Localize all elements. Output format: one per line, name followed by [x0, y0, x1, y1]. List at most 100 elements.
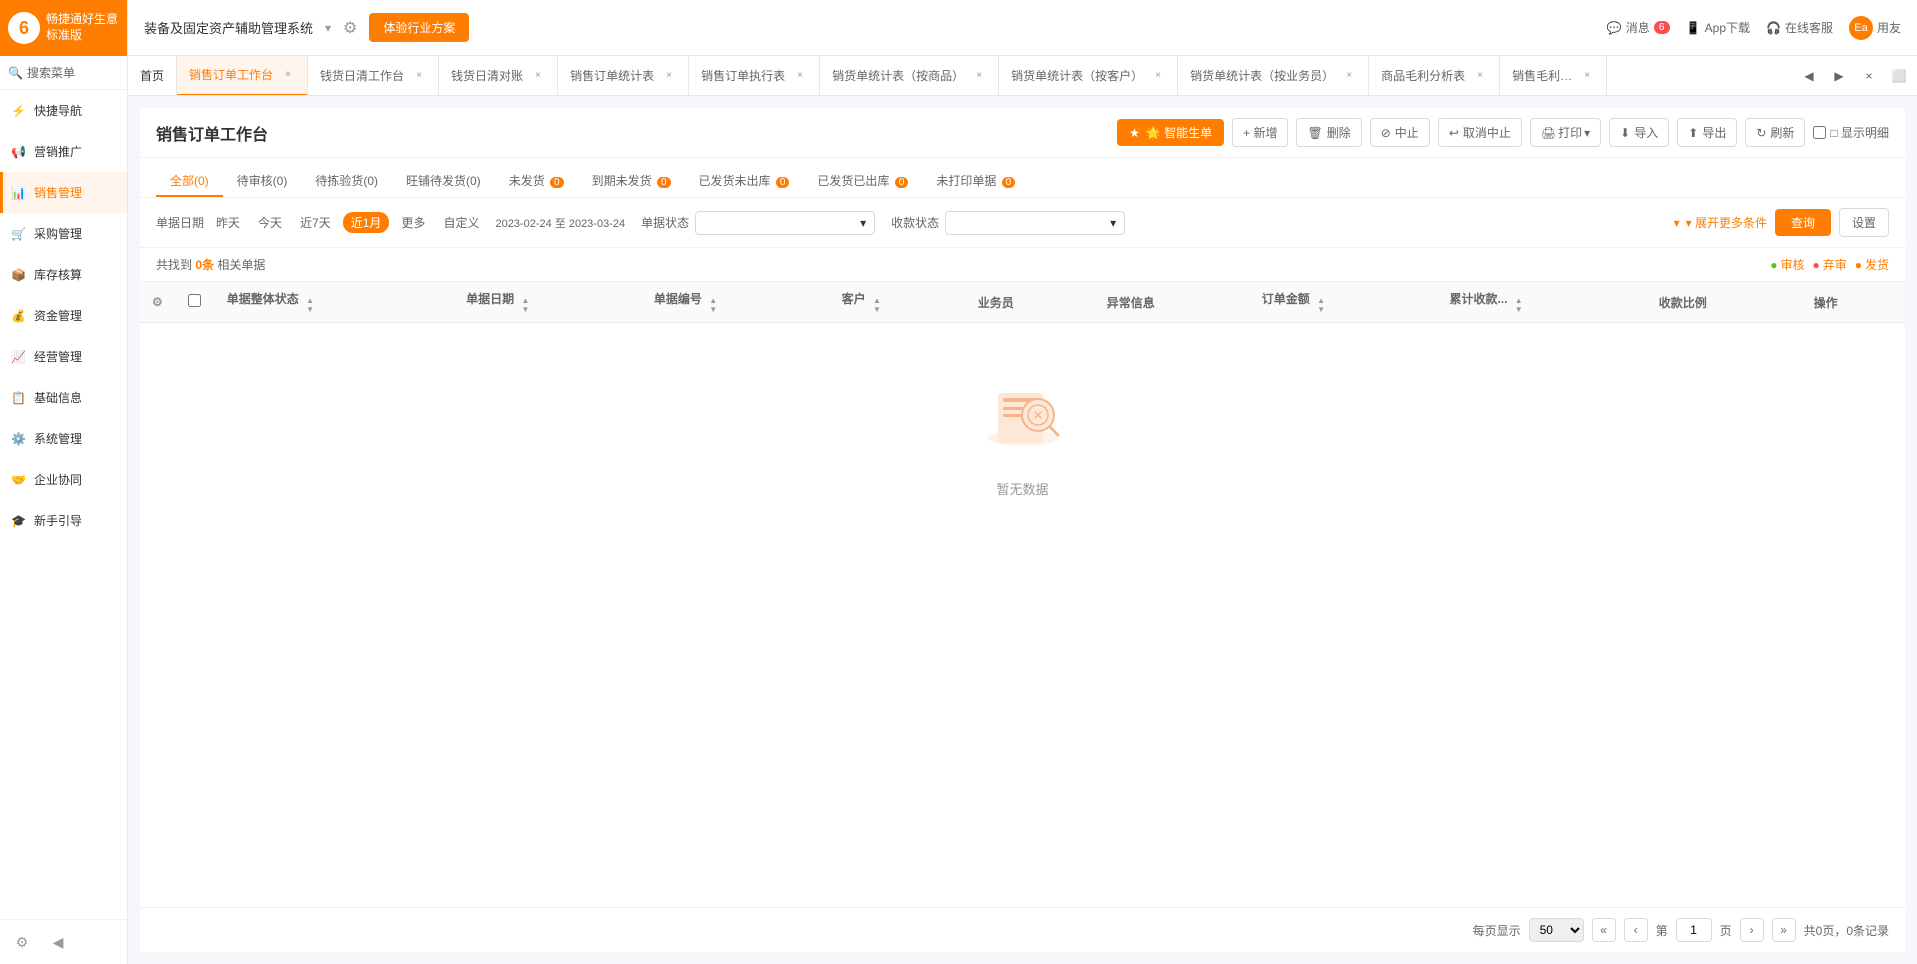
col-actions: 操作 — [1802, 282, 1905, 323]
page-suffix: 页 — [1720, 922, 1732, 939]
shipped-not-out-badge: 0 — [776, 177, 790, 188]
per-page-select[interactable]: 50 100 200 — [1529, 918, 1584, 942]
tab-home[interactable]: 首页 — [128, 56, 177, 96]
date-btn-7days[interactable]: 近7天 — [294, 212, 337, 233]
ship-button[interactable]: ● 发货 — [1855, 256, 1889, 273]
sub-tab-overdue[interactable]: 到期未发货 0 — [578, 166, 685, 197]
tab-sales-stats[interactable]: 销售订单统计表 × — [558, 56, 689, 96]
sidebar-item-operations[interactable]: 📈 经营管理 — [0, 336, 127, 377]
col-checkbox[interactable] — [175, 282, 215, 323]
tab-close-icon[interactable]: × — [972, 69, 986, 83]
date-btn-today[interactable]: 今天 — [252, 212, 288, 233]
payment-filter-label: 收款状态 — [891, 214, 939, 231]
sidebar-item-basic-info[interactable]: 📋 基础信息 — [0, 377, 127, 418]
settings-button[interactable]: ⚙ — [8, 928, 36, 956]
user-action[interactable]: Ea 用友 — [1849, 16, 1901, 40]
message-badge: 6 — [1654, 21, 1670, 34]
tab-sales-exec[interactable]: 销售订单执行表 × — [689, 56, 820, 96]
print-button[interactable]: 🖨 打印 ▾ — [1530, 118, 1601, 147]
sub-tab-not-printed[interactable]: 未打印单据 0 — [922, 166, 1029, 197]
tab-prev-button[interactable]: ◀ — [1795, 62, 1823, 90]
date-btn-custom[interactable]: 自定义 — [437, 212, 485, 233]
col-amount: 订单金额 ▲▼ — [1250, 282, 1438, 323]
sidebar-item-inventory[interactable]: 📦 库存核算 — [0, 254, 127, 295]
message-action[interactable]: 💬 消息 6 — [1607, 19, 1670, 36]
collapse-button[interactable]: ◀ — [44, 928, 72, 956]
smart-create-button[interactable]: ★ 🌟 智能生单 — [1117, 119, 1224, 146]
app-download-action[interactable]: 📱 App下载 — [1686, 19, 1750, 36]
sidebar-item-quick-nav[interactable]: ⚡ 快捷导航 — [0, 90, 127, 131]
tab-daily-clear[interactable]: 钱货日清工作台 × — [308, 56, 439, 96]
date-btn-1month[interactable]: 近1月 — [343, 212, 390, 233]
tab-close-icon[interactable]: × — [1342, 69, 1356, 83]
tab-close-icon[interactable]: × — [1473, 69, 1487, 83]
overdue-badge: 0 — [657, 177, 671, 188]
first-page-button[interactable]: « — [1592, 918, 1616, 942]
sidebar-item-marketing[interactable]: 📢 营销推广 — [0, 131, 127, 172]
sidebar-item-finance[interactable]: 💰 资金管理 — [0, 295, 127, 336]
prev-page-button[interactable]: ‹ — [1624, 918, 1648, 942]
unreview-button[interactable]: ● 弃审 — [1812, 256, 1846, 273]
tab-close-icon[interactable]: × — [412, 69, 426, 83]
tab-profit[interactable]: 商品毛利分析表 × — [1369, 56, 1500, 96]
detail-checkbox-input[interactable] — [1813, 126, 1826, 139]
col-exception: 异常信息 — [1095, 282, 1250, 323]
tab-daily-reconcile[interactable]: 钱货日清对账 × — [439, 56, 558, 96]
next-page-button[interactable]: › — [1740, 918, 1764, 942]
tab-sales-product[interactable]: 销货单统计表（按商品） × — [820, 56, 999, 96]
tab-close-icon[interactable]: × — [281, 68, 295, 82]
stop-button[interactable]: ⊘ 中止 — [1370, 118, 1430, 147]
sub-tab-not-shipped[interactable]: 未发货 0 — [495, 166, 578, 197]
delete-button[interactable]: 🗑 删除 — [1296, 118, 1361, 147]
sub-tab-wangpu-pending[interactable]: 旺铺待发货(0) — [392, 166, 495, 197]
sidebar-item-search[interactable]: 🔍 搜索菜单 — [0, 56, 127, 90]
sub-tab-shipped-out[interactable]: 已发货已出库 0 — [803, 166, 922, 197]
date-btn-yesterday[interactable]: 昨天 — [210, 212, 246, 233]
tab-close-icon[interactable]: × — [662, 69, 676, 83]
select-all-checkbox[interactable] — [188, 294, 201, 307]
query-button[interactable]: 查询 — [1775, 209, 1831, 236]
sub-tab-all[interactable]: 全部(0) — [156, 166, 223, 197]
col-settings[interactable]: ⚙ — [140, 282, 175, 323]
import-button[interactable]: ⬇ 导入 — [1609, 118, 1669, 147]
tab-close-all-button[interactable]: × — [1855, 62, 1883, 90]
tab-close-icon[interactable]: × — [793, 69, 807, 83]
experience-button[interactable]: 体验行业方案 — [369, 13, 469, 42]
page-input[interactable] — [1676, 918, 1712, 942]
sidebar-item-cooperation[interactable]: 🤝 企业协同 — [0, 459, 127, 500]
review-button[interactable]: ● 审核 — [1770, 256, 1804, 273]
refresh-button[interactable]: ↻ 刷新 — [1745, 118, 1805, 147]
tab-close-icon[interactable]: × — [1580, 69, 1594, 83]
cancel-stop-button[interactable]: ↩ 取消中止 — [1438, 118, 1522, 147]
tab-sales-staff[interactable]: 销货单统计表（按业务员） × — [1178, 56, 1369, 96]
sub-tabs: 全部(0) 待审核(0) 待拣验货(0) 旺铺待发货(0) 未发货 0 到期未发… — [140, 158, 1905, 198]
show-detail-checkbox[interactable]: □ 显示明细 — [1813, 124, 1889, 141]
set-button[interactable]: 设置 — [1839, 208, 1889, 237]
tab-maximize-button[interactable]: ⬜ — [1885, 62, 1913, 90]
add-button[interactable]: + 新增 — [1232, 118, 1288, 147]
last-page-button[interactable]: » — [1772, 918, 1796, 942]
quick-nav-icon: ⚡ — [11, 104, 26, 118]
payment-select[interactable]: ▾ — [945, 211, 1125, 235]
pagination: 每页显示 50 100 200 « ‹ 第 页 › » 共0页，0条记录 — [140, 907, 1905, 952]
tab-close-icon[interactable]: × — [531, 69, 545, 83]
sub-tab-pending-review[interactable]: 待审核(0) — [223, 166, 302, 197]
date-btn-more[interactable]: 更多 — [395, 212, 431, 233]
sidebar-item-system[interactable]: ⚙️ 系统管理 — [0, 418, 127, 459]
export-button[interactable]: ⬆ 导出 — [1677, 118, 1737, 147]
settings-gear-button[interactable]: ⚙ — [343, 18, 357, 38]
online-service-action[interactable]: 🎧 在线客服 — [1766, 19, 1833, 36]
stop-icon: ⊘ — [1381, 126, 1391, 140]
tab-sales-order-workbench[interactable]: 销售订单工作台 × — [177, 56, 308, 96]
tab-sales-customer[interactable]: 销货单统计表（按客户） × — [999, 56, 1178, 96]
expand-conditions-button[interactable]: ▾ ▾ 展开更多条件 — [1674, 214, 1767, 231]
sidebar-item-purchase[interactable]: 🛒 采购管理 — [0, 213, 127, 254]
status-select[interactable]: ▾ — [695, 211, 875, 235]
sidebar-item-sales[interactable]: 📊 销售管理 — [0, 172, 127, 213]
sub-tab-shipped-not-out[interactable]: 已发货未出库 0 — [685, 166, 804, 197]
tab-sales-profit[interactable]: 销售毛利… × — [1500, 56, 1607, 96]
sidebar-item-guide[interactable]: 🎓 新手引导 — [0, 500, 127, 541]
tab-close-icon[interactable]: × — [1151, 69, 1165, 83]
sub-tab-pending-check[interactable]: 待拣验货(0) — [301, 166, 392, 197]
tab-next-button[interactable]: ▶ — [1825, 62, 1853, 90]
